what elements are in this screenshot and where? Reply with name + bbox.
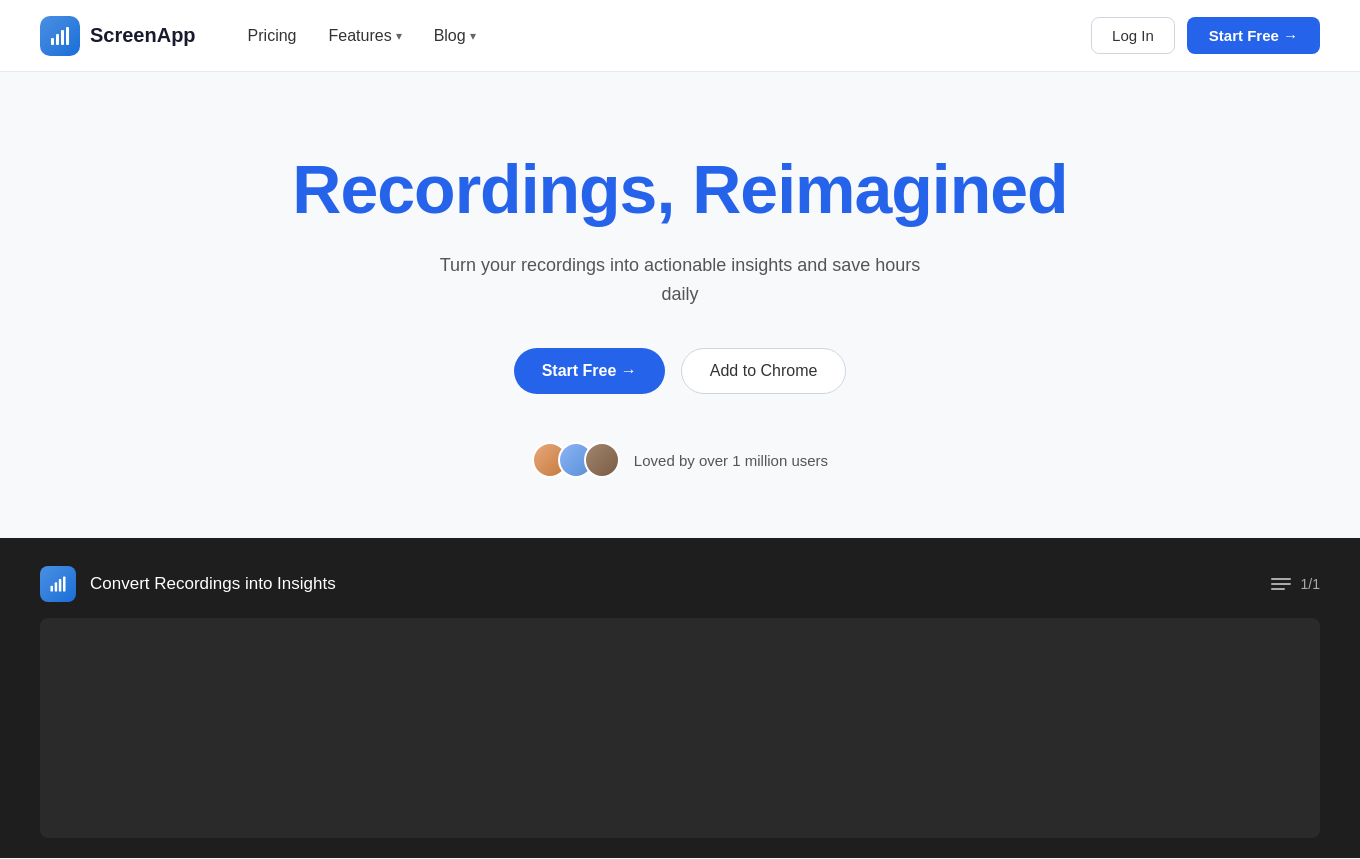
svg-rect-6 — [59, 579, 62, 592]
hero-buttons: Start Free → Add to Chrome — [514, 348, 847, 394]
nav-features[interactable]: Features ▾ — [317, 19, 414, 53]
video-logo-icon — [40, 566, 76, 602]
svg-rect-2 — [61, 30, 64, 45]
svg-rect-0 — [51, 38, 54, 45]
hero-start-free-button[interactable]: Start Free → — [514, 348, 665, 394]
video-header: Convert Recordings into Insights 1/1 — [40, 558, 1320, 618]
svg-rect-3 — [66, 27, 69, 45]
nav-pricing[interactable]: Pricing — [236, 19, 309, 53]
avatar — [584, 442, 620, 478]
nav-right: Log In Start Free → — [1091, 17, 1320, 54]
login-button[interactable]: Log In — [1091, 17, 1175, 54]
hero-section: Recordings, Reimagined Turn your recordi… — [0, 72, 1360, 538]
video-header-left: Convert Recordings into Insights — [40, 566, 336, 602]
video-section-title: Convert Recordings into Insights — [90, 574, 336, 594]
logo-icon — [40, 16, 80, 56]
nav-links: Pricing Features ▾ Blog ▾ — [236, 19, 488, 53]
hero-add-chrome-button[interactable]: Add to Chrome — [681, 348, 847, 394]
social-proof-text: Loved by over 1 million users — [634, 452, 828, 469]
blog-chevron-icon: ▾ — [470, 29, 476, 43]
social-proof: Loved by over 1 million users — [532, 442, 828, 478]
svg-rect-4 — [51, 586, 54, 592]
svg-rect-1 — [56, 34, 59, 45]
video-content-area — [40, 618, 1320, 838]
features-chevron-icon: ▾ — [396, 29, 402, 43]
nav-blog[interactable]: Blog ▾ — [422, 19, 488, 53]
svg-rect-7 — [63, 577, 66, 592]
nav-left: ScreenApp Pricing Features ▾ Blog ▾ — [40, 16, 488, 56]
logo-link[interactable]: ScreenApp — [40, 16, 196, 56]
start-free-nav-button[interactable]: Start Free → — [1187, 17, 1320, 54]
page-indicator: 1/1 — [1301, 576, 1320, 592]
video-section: Convert Recordings into Insights 1/1 — [0, 538, 1360, 858]
video-header-right: 1/1 — [1271, 576, 1320, 592]
menu-icon[interactable] — [1271, 578, 1291, 590]
svg-rect-5 — [55, 583, 58, 592]
hero-subtitle: Turn your recordings into actionable ins… — [430, 251, 930, 309]
hero-title: Recordings, Reimagined — [292, 152, 1067, 227]
logo-text: ScreenApp — [90, 24, 196, 47]
avatar-group — [532, 442, 620, 478]
navbar: ScreenApp Pricing Features ▾ Blog ▾ Log … — [0, 0, 1360, 72]
